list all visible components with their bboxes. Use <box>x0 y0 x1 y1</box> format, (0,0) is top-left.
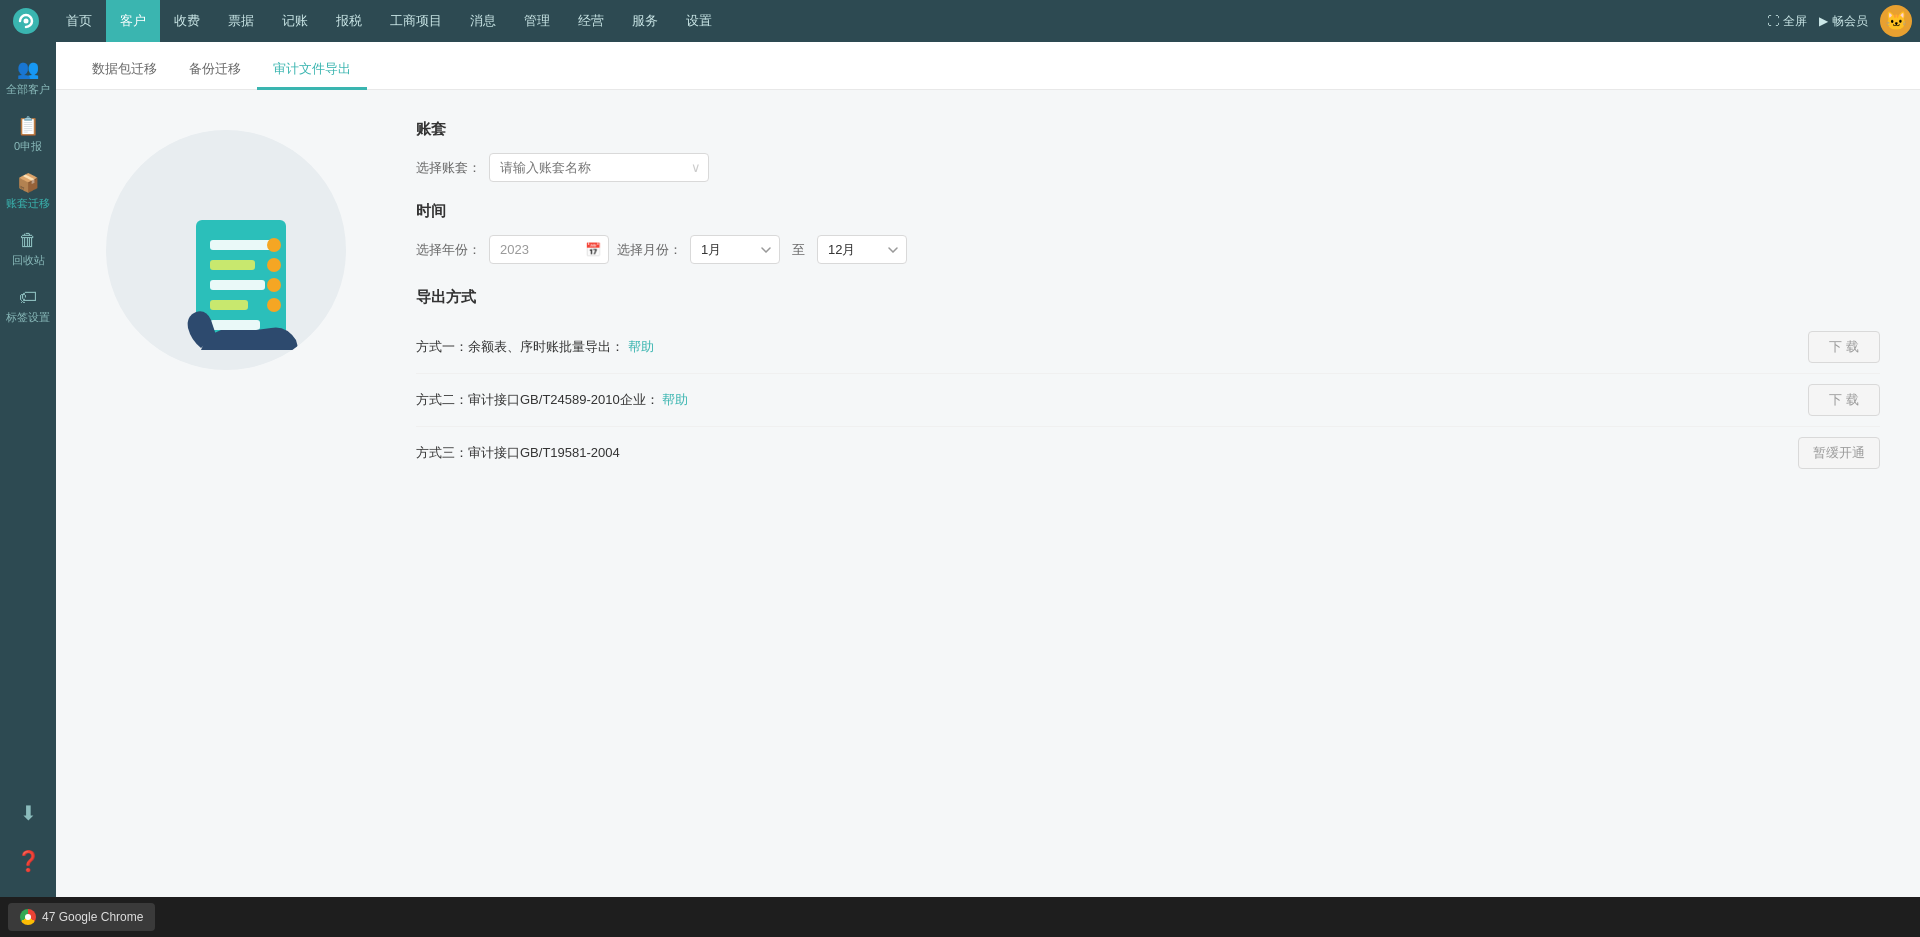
export-method-3-label: 方式三：审计接口GB/T19581-2004 <box>416 444 1798 462</box>
month-start-wrapper: 1月2月3月4月 5月6月7月8月 9月10月11月12月 <box>690 235 780 264</box>
left-sidebar: 👥 全部客户 📋 0申报 📦 账套迁移 🗑 回收站 🏷 标签设置 ⬇ ❓ <box>0 42 56 897</box>
year-input-wrapper: 📅 <box>489 235 609 264</box>
svg-rect-6 <box>210 300 248 310</box>
help-sidebar-icon[interactable]: ❓ <box>8 841 49 881</box>
nav-tax[interactable]: 报税 <box>322 0 376 42</box>
nav-menu: 首页 客户 收费 票据 记账 报税 工商项目 消息 管理 经营 服务 设置 <box>52 0 1767 42</box>
account-section-title: 账套 <box>416 120 1880 139</box>
nav-billing[interactable]: 收费 <box>160 0 214 42</box>
nav-operation[interactable]: 经营 <box>564 0 618 42</box>
svg-point-8 <box>267 238 281 252</box>
content-area: 数据包迁移 备份迁移 审计文件导出 <box>56 42 1920 897</box>
download-sidebar-icon[interactable]: ⬇ <box>12 793 45 833</box>
tab-backup-migration[interactable]: 备份迁移 <box>173 50 257 90</box>
tag-settings-icon: 🏷 <box>19 288 37 306</box>
fullscreen-icon: ⛶ <box>1767 14 1779 28</box>
illustration-circle <box>106 130 346 370</box>
tabs-bar: 数据包迁移 备份迁移 审计文件导出 <box>56 42 1920 90</box>
sidebar-item-label: 标签设置 <box>6 310 50 325</box>
svg-rect-3 <box>210 240 272 250</box>
tab-data-migration[interactable]: 数据包迁移 <box>76 50 173 90</box>
svg-point-10 <box>267 278 281 292</box>
vip-icon: ▶ <box>1819 14 1828 28</box>
time-row: 选择年份： 📅 选择月份： 1月2月3月4月 5月6月7月8月 9月10月11月… <box>416 235 1880 264</box>
taskbar-chrome-item[interactable]: 47 Google Chrome <box>8 903 155 931</box>
sidebar-item-label: 全部客户 <box>6 82 50 97</box>
main-layout: 👥 全部客户 📋 0申报 📦 账套迁移 🗑 回收站 🏷 标签设置 ⬇ ❓ 数据包… <box>0 42 1920 897</box>
vip-button[interactable]: ▶ 畅会员 <box>1819 13 1868 30</box>
nav-invoice[interactable]: 票据 <box>214 0 268 42</box>
recycle-icon: 🗑 <box>19 231 37 249</box>
svg-point-1 <box>24 19 29 24</box>
export-method-2-download-button[interactable]: 下 载 <box>1808 384 1880 416</box>
illustration-area <box>96 120 356 380</box>
nav-bookkeeping[interactable]: 记账 <box>268 0 322 42</box>
sidebar-item-tag-settings[interactable]: 🏷 标签设置 <box>0 278 56 335</box>
sidebar-item-account-migration[interactable]: 📦 账套迁移 <box>0 164 56 221</box>
month-label: 选择月份： <box>617 241 682 259</box>
nav-message[interactable]: 消息 <box>456 0 510 42</box>
taskbar-item-label: 47 Google Chrome <box>42 910 143 924</box>
sidebar-bottom-area: ⬇ ❓ <box>8 793 49 897</box>
export-method-1-row: 方式一：余额表、序时账批量导出： 帮助 下 载 <box>416 321 1880 374</box>
export-method-1-label: 方式一：余额表、序时账批量导出： 帮助 <box>416 338 1808 356</box>
time-section-title: 时间 <box>416 202 1880 221</box>
top-navigation: 首页 客户 收费 票据 记账 报税 工商项目 消息 管理 经营 服务 设置 ⛶ … <box>0 0 1920 42</box>
export-method-3-row: 方式三：审计接口GB/T19581-2004 暂缓开通 <box>416 427 1880 479</box>
export-method-3-vip-button[interactable]: 暂缓开通 <box>1798 437 1880 469</box>
form-section: 账套 选择账套： ∨ 时间 选择年份： 📅 <box>416 120 1880 479</box>
nav-customers[interactable]: 客户 <box>106 0 160 42</box>
chrome-icon <box>20 909 36 925</box>
sidebar-item-recycle[interactable]: 🗑 回收站 <box>0 221 56 278</box>
svg-rect-4 <box>210 260 255 270</box>
month-end-select[interactable]: 1月2月3月4月 5月6月7月8月 9月10月11月12月 <box>817 235 907 264</box>
export-method-1-help-link[interactable]: 帮助 <box>628 339 654 354</box>
nav-management[interactable]: 管理 <box>510 0 564 42</box>
account-input[interactable] <box>489 153 709 182</box>
export-method-2-label: 方式二：审计接口GB/T24589-2010企业： 帮助 <box>416 391 1808 409</box>
account-migration-icon: 📦 <box>17 174 39 192</box>
taskbar: 47 Google Chrome <box>0 897 1920 937</box>
export-method-2-row: 方式二：审计接口GB/T24589-2010企业： 帮助 下 载 <box>416 374 1880 427</box>
app-logo <box>8 3 44 39</box>
vip-label: 畅会员 <box>1832 13 1868 30</box>
svg-point-9 <box>267 258 281 272</box>
sidebar-item-zero-declaration[interactable]: 📋 0申报 <box>0 107 56 164</box>
time-separator: 至 <box>788 241 809 259</box>
sidebar-item-label: 0申报 <box>14 139 42 154</box>
page-content: 账套 选择账套： ∨ 时间 选择年份： 📅 <box>56 90 1920 897</box>
year-label: 选择年份： <box>416 241 481 259</box>
export-section-title: 导出方式 <box>416 288 1880 307</box>
sidebar-item-label: 回收站 <box>12 253 45 268</box>
svg-rect-7 <box>210 320 260 330</box>
nav-settings[interactable]: 设置 <box>672 0 726 42</box>
user-avatar[interactable]: 🐱 <box>1880 5 1912 37</box>
nav-right-area: ⛶ 全屏 ▶ 畅会员 🐱 <box>1767 5 1912 37</box>
month-start-select[interactable]: 1月2月3月4月 5月6月7月8月 9月10月11月12月 <box>690 235 780 264</box>
account-input-wrapper: ∨ <box>489 153 709 182</box>
tab-audit-export[interactable]: 审计文件导出 <box>257 50 367 90</box>
zero-declaration-icon: 📋 <box>17 117 39 135</box>
month-end-wrapper: 1月2月3月4月 5月6月7月8月 9月10月11月12月 <box>817 235 907 264</box>
fullscreen-button[interactable]: ⛶ 全屏 <box>1767 13 1807 30</box>
export-method-2-help-link[interactable]: 帮助 <box>662 392 688 407</box>
nav-home[interactable]: 首页 <box>52 0 106 42</box>
svg-point-11 <box>267 298 281 312</box>
fullscreen-label: 全屏 <box>1783 13 1807 30</box>
account-label: 选择账套： <box>416 159 481 177</box>
account-row: 选择账套： ∨ <box>416 153 1880 182</box>
sidebar-item-all-customers[interactable]: 👥 全部客户 <box>0 50 56 107</box>
nav-business[interactable]: 工商项目 <box>376 0 456 42</box>
avatar-icon: 🐱 <box>1885 10 1907 32</box>
nav-service[interactable]: 服务 <box>618 0 672 42</box>
year-input[interactable] <box>489 235 609 264</box>
form-panel: 账套 选择账套： ∨ 时间 选择年份： 📅 <box>96 120 1880 479</box>
export-methods-section: 导出方式 方式一：余额表、序时账批量导出： 帮助 下 载 <box>416 288 1880 479</box>
export-method-1-download-button[interactable]: 下 载 <box>1808 331 1880 363</box>
all-customers-icon: 👥 <box>17 60 39 78</box>
sidebar-item-label: 账套迁移 <box>6 196 50 211</box>
svg-rect-5 <box>210 280 265 290</box>
